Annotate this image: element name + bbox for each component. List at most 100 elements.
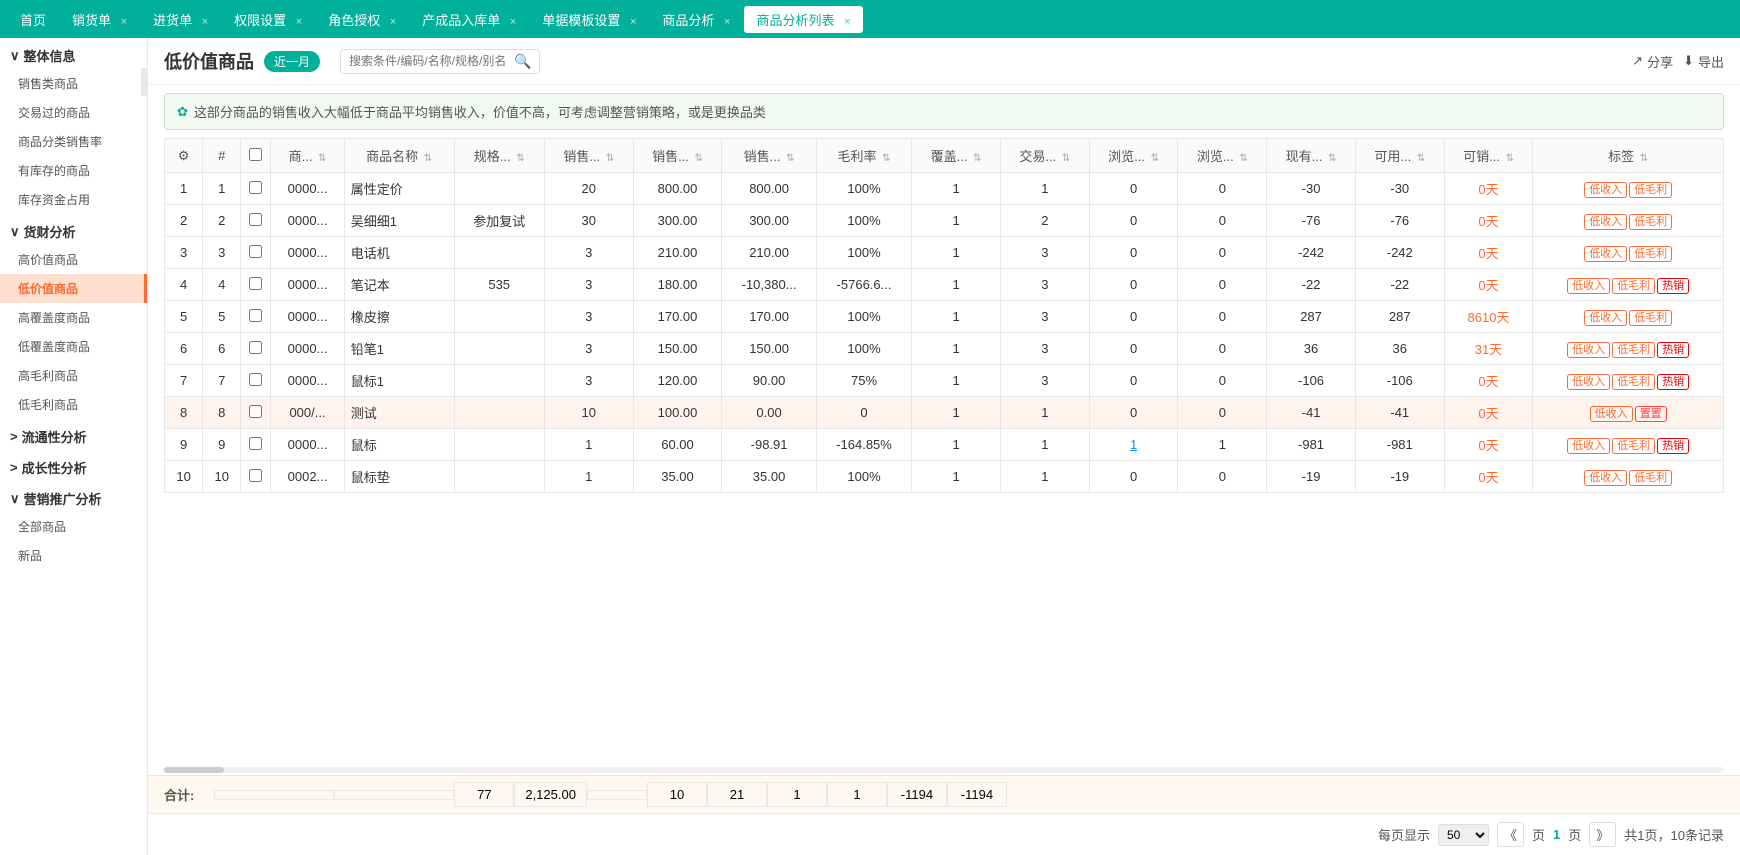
row-checkbox[interactable] [249,277,262,290]
th-checkbox[interactable] [241,139,271,173]
search-icon[interactable]: 🔍 [514,53,531,70]
th-stock1[interactable]: 现有... ⇅ [1267,139,1356,173]
nav-sales[interactable]: 销货单 × [60,6,139,33]
th-spec[interactable]: 规格... ⇅ [454,139,544,173]
sidebar-section-growth[interactable]: > 成长性分析 [0,450,147,481]
nav-permissions[interactable]: 权限设置 × [222,6,314,33]
sidebar-item-stock[interactable]: 有库存的商品 [0,156,147,185]
sidebar-section-marketing[interactable]: ∨ 营销推广分析 [0,481,147,512]
th-browse1[interactable]: 浏览... ⇅ [1089,139,1178,173]
td-checkbox[interactable] [241,429,271,461]
nav-roles[interactable]: 角色授权 × [316,6,408,33]
close-purchase-icon[interactable]: × [202,16,208,28]
sidebar-item-category-rate[interactable]: 商品分类销售率 [0,127,147,156]
row-checkbox[interactable] [249,341,262,354]
close-analysis-list-icon[interactable]: × [844,16,850,28]
td-no2: 4 [203,269,241,301]
close-sales-icon[interactable]: × [121,16,127,28]
row-checkbox[interactable] [249,245,262,258]
nav-product-analysis[interactable]: 商品分析 × [650,6,742,33]
th-code[interactable]: 商... ⇅ [271,139,344,173]
sidebar-section-overall[interactable]: ∨ 整体信息 [0,38,147,69]
sidebar-section-financial[interactable]: ∨ 货财分析 [0,214,147,245]
th-stock2[interactable]: 可用... ⇅ [1355,139,1444,173]
td-browse2: 0 [1178,397,1267,429]
close-permissions-icon[interactable]: × [296,16,302,28]
row-checkbox[interactable] [249,437,262,450]
sidebar-item-high-value[interactable]: 高价值商品 [0,245,147,274]
sidebar-item-sales-products[interactable]: 销售类商品 [0,69,147,98]
scrollbar-thumb[interactable] [164,767,224,773]
table-container: ⚙ # 商... ⇅ 商品名称 ⇅ 规格... ⇅ 销售... ⇅ 销售... … [148,138,1740,765]
sidebar-section-liquidity[interactable]: > 流通性分析 [0,419,147,450]
td-gross: 100% [816,461,911,493]
td-days: 0天 [1444,429,1533,461]
nav-template-settings[interactable]: 单据模板设置 × [530,6,648,33]
nav-product-inbound[interactable]: 产成品入库单 × [410,6,528,33]
row-checkbox[interactable] [249,213,262,226]
sidebar-item-high-coverage[interactable]: 高覆盖度商品 [0,303,147,332]
td-checkbox[interactable] [241,333,271,365]
share-btn[interactable]: ↗ 分享 [1632,52,1673,71]
th-sales3[interactable]: 销售... ⇅ [722,139,816,173]
sidebar-collapse-btn[interactable]: « [141,68,148,96]
th-sellable[interactable]: 可销... ⇅ [1444,139,1533,173]
row-checkbox[interactable] [249,405,262,418]
close-roles-icon[interactable]: × [390,16,396,28]
td-trade: 1 [1000,429,1089,461]
browse-link[interactable]: 1 [1130,437,1137,452]
sidebar-item-high-margin[interactable]: 高毛利商品 [0,361,147,390]
th-tags[interactable]: 标签 ⇅ [1533,139,1724,173]
th-trade[interactable]: 交易... ⇅ [1000,139,1089,173]
row-checkbox[interactable] [249,181,262,194]
td-checkbox[interactable] [241,365,271,397]
row-checkbox[interactable] [249,309,262,322]
sidebar-item-traded[interactable]: 交易过的商品 [0,98,147,127]
th-sales2[interactable]: 销售... ⇅ [633,139,722,173]
td-checkbox[interactable] [241,237,271,269]
sidebar-item-low-value[interactable]: 低价值商品 [0,274,147,303]
sidebar-item-all-products[interactable]: 全部商品 [0,512,147,541]
horizontal-scrollbar[interactable] [164,767,1724,773]
td-gross: 0 [816,397,911,429]
td-checkbox[interactable] [241,461,271,493]
th-gross[interactable]: 毛利率 ⇅ [816,139,911,173]
td-name: 鼠标垫 [344,461,454,493]
close-inbound-icon[interactable]: × [510,16,516,28]
td-browse1: 0 [1089,333,1178,365]
td-checkbox[interactable] [241,269,271,301]
time-range-btn[interactable]: 近一月 [264,51,320,72]
nav-purchase[interactable]: 进货单 × [141,6,220,33]
td-sales2: -10,380... [722,269,816,301]
sidebar-item-new-products[interactable]: 新品 [0,541,147,570]
th-name[interactable]: 商品名称 ⇅ [344,139,454,173]
search-input[interactable] [349,54,509,68]
sidebar-item-low-margin[interactable]: 低毛利商品 [0,390,147,419]
close-analysis-icon[interactable]: × [724,16,730,28]
td-checkbox[interactable] [241,301,271,333]
td-checkbox[interactable] [241,205,271,237]
nav-analysis-list[interactable]: 商品分析列表 × [744,6,862,33]
td-checkbox[interactable] [241,173,271,205]
td-no2: 8 [203,397,241,429]
nav-home[interactable]: 首页 [8,6,58,33]
td-checkbox[interactable] [241,397,271,429]
td-code: 000/... [271,397,344,429]
th-cover[interactable]: 覆盖... ⇅ [912,139,1001,173]
total-stock1: -1194 [887,782,947,807]
th-browse2[interactable]: 浏览... ⇅ [1178,139,1267,173]
sidebar-item-low-coverage[interactable]: 低覆盖度商品 [0,332,147,361]
first-page-btn[interactable]: 《 [1497,822,1524,847]
th-settings[interactable]: ⚙ [165,139,203,173]
row-checkbox[interactable] [249,469,262,482]
per-page-select[interactable]: 50 100 200 [1438,824,1489,846]
sidebar-item-stock-value[interactable]: 库存资金占用 [0,185,147,214]
close-template-icon[interactable]: × [630,16,636,28]
td-trade: 3 [1000,333,1089,365]
export-btn[interactable]: ⬇ 导出 [1683,52,1724,71]
th-sales1[interactable]: 销售... ⇅ [544,139,633,173]
row-checkbox[interactable] [249,373,262,386]
select-all-checkbox[interactable] [249,148,262,161]
share-icon: ↗ [1632,53,1643,69]
next-page-btn[interactable]: 》 [1589,822,1616,847]
